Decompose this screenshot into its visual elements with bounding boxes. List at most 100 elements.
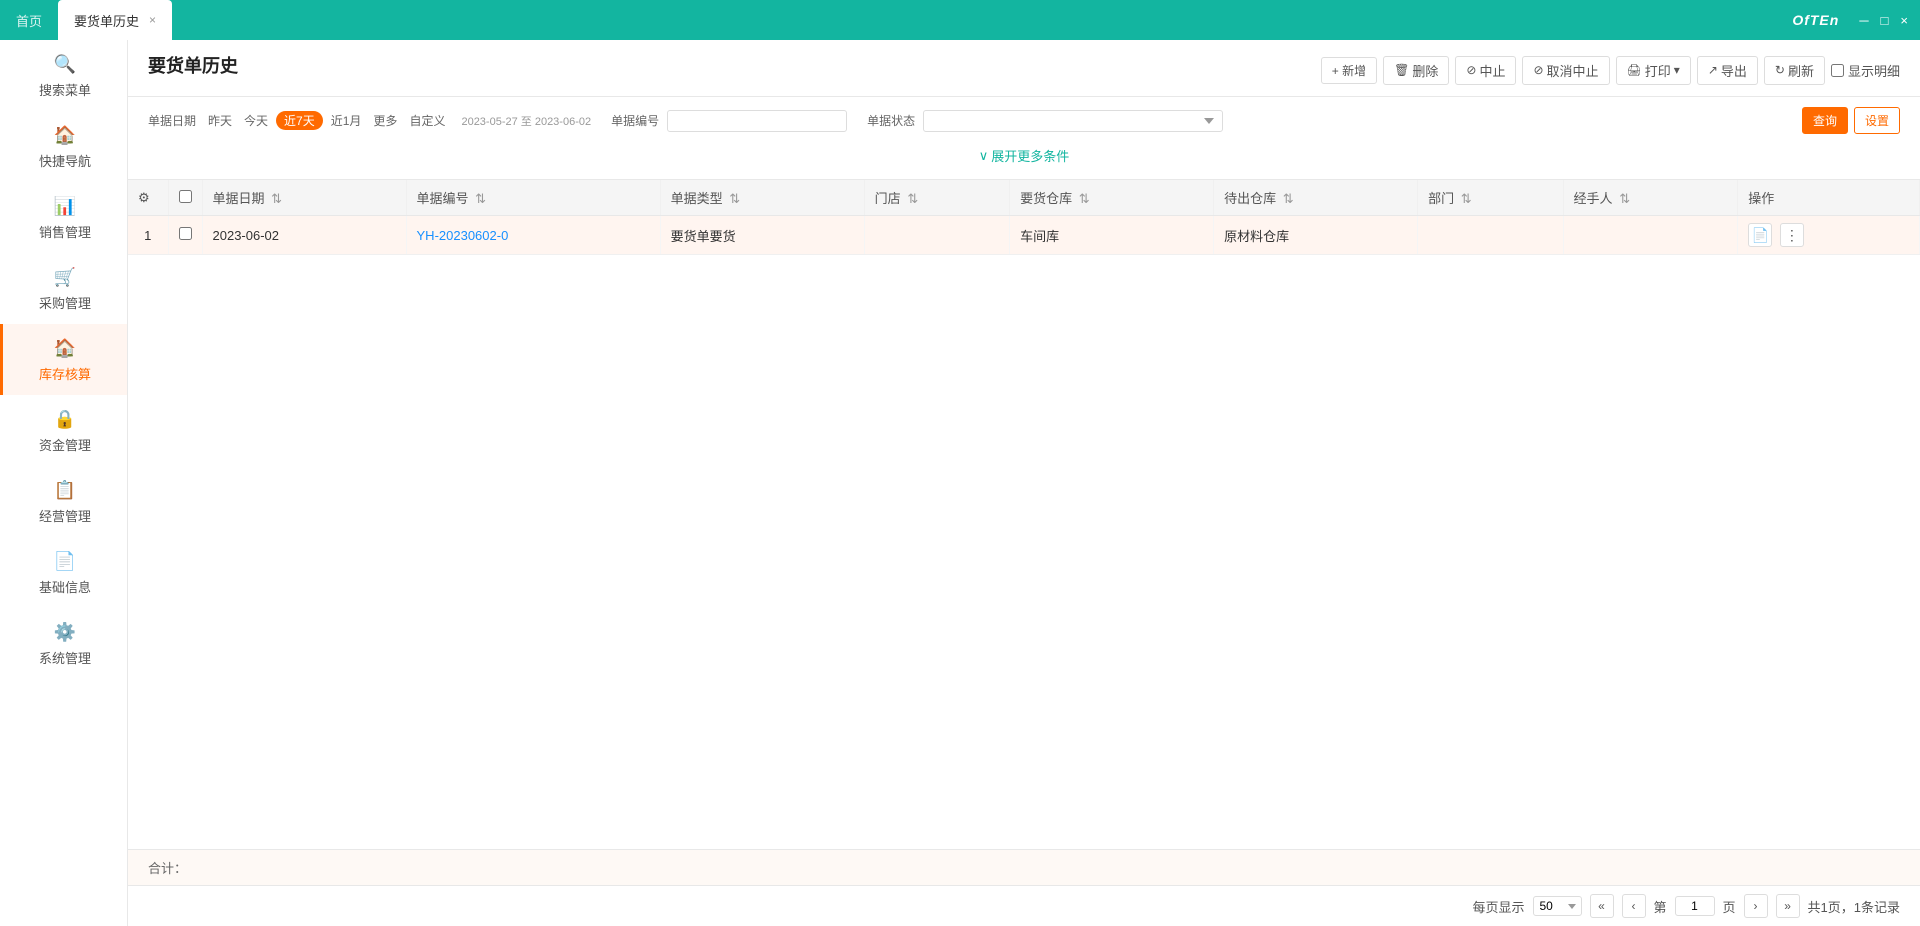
- search-menu-icon: 🔍: [53, 52, 77, 76]
- maximize-btn[interactable]: □: [1881, 13, 1889, 28]
- print-btn[interactable]: 🖨 打印 ▾: [1616, 56, 1691, 85]
- delete-btn[interactable]: 🗑 删除: [1383, 56, 1449, 85]
- custom-shortcut[interactable]: 自定义: [405, 111, 449, 130]
- minimize-btn[interactable]: ─: [1859, 13, 1868, 28]
- close-btn[interactable]: ×: [1900, 13, 1908, 28]
- col-handler[interactable]: 经手人 ⇅: [1563, 180, 1738, 216]
- col-dept[interactable]: 部门 ⇅: [1418, 180, 1563, 216]
- row-reqwarehouse: 车间库: [1010, 216, 1214, 255]
- sidebar-item-inventory[interactable]: 🏠 库存核算: [0, 324, 127, 395]
- first-page-btn[interactable]: «: [1590, 894, 1614, 918]
- tab-close-icon[interactable]: ×: [149, 13, 156, 27]
- sidebar-item-basicinfo[interactable]: 📄 基础信息: [0, 537, 127, 608]
- tab-home[interactable]: 首页: [0, 0, 58, 40]
- sort-pending-icon: ⇅: [1283, 191, 1294, 206]
- col-date[interactable]: 单据日期 ⇅: [202, 180, 406, 216]
- sidebar-item-search[interactable]: 🔍 搜索菜单: [0, 40, 127, 111]
- more-shortcut[interactable]: 更多: [369, 111, 401, 130]
- main-layout: 🔍 搜索菜单 🏠 快捷导航 📊 销售管理 🛒 采购管理 🏠 库存核算 🔒 资金管…: [0, 40, 1920, 926]
- row-handler: [1563, 216, 1738, 255]
- filter-bar: 单据日期 昨天 今天 近7天 近1月 更多 自定义 2023-05-27 至 2…: [128, 97, 1920, 180]
- status-label: 单据状态: [867, 112, 915, 129]
- stop-btn[interactable]: ⊘ 中止: [1455, 56, 1516, 85]
- table-container[interactable]: ⚙ 单据日期 ⇅ 单据编号 ⇅ 单据类型 ⇅ 门店 ⇅ 要货仓库 ⇅ 待出仓库 …: [128, 180, 1920, 849]
- date-shortcuts: 昨天 今天 近7天 近1月 更多 自定义: [204, 111, 449, 130]
- system-icon: ⚙️: [53, 620, 77, 644]
- col-settings[interactable]: ⚙: [128, 180, 168, 216]
- next-page-btn[interactable]: ›: [1744, 894, 1768, 918]
- sort-handler-icon: ⇅: [1619, 191, 1630, 206]
- sales-icon: 📊: [53, 194, 77, 218]
- row-pendingwarehouse: 原材料仓库: [1214, 216, 1418, 255]
- last7days-shortcut[interactable]: 近7天: [276, 111, 323, 130]
- quick-nav-icon: 🏠: [53, 123, 77, 147]
- date-range-display: 2023-05-27 至 2023-06-02: [461, 113, 591, 129]
- row-billno-link[interactable]: YH-20230602-0: [417, 228, 509, 243]
- settings-btn[interactable]: 设置: [1854, 107, 1900, 134]
- sidebar-item-finance[interactable]: 🔒 资金管理: [0, 395, 127, 466]
- sidebar-item-quicknav[interactable]: 🏠 快捷导航: [0, 111, 127, 182]
- data-table: ⚙ 单据日期 ⇅ 单据编号 ⇅ 单据类型 ⇅ 门店 ⇅ 要货仓库 ⇅ 待出仓库 …: [128, 180, 1920, 255]
- ops-icon: 📋: [53, 478, 77, 502]
- table-footer: 合计：: [128, 849, 1920, 885]
- last1month-shortcut[interactable]: 近1月: [327, 111, 366, 130]
- page-input[interactable]: [1675, 896, 1715, 916]
- sidebar-item-ops[interactable]: 📋 经营管理: [0, 466, 127, 537]
- sidebar-item-purchase-label: 采购管理: [39, 293, 91, 312]
- export-btn[interactable]: ↗ 导出: [1697, 56, 1758, 85]
- sidebar-item-purchase[interactable]: 🛒 采购管理: [0, 253, 127, 324]
- page-header: 要货单历史 + 新增 🗑 删除 ⊘ 中止 ⊘ 取消中止 🖨 打印 ▾ ↗ 导出 …: [128, 40, 1920, 97]
- expand-more-btn[interactable]: ∨ 展开更多条件: [979, 142, 1070, 169]
- inventory-icon: 🏠: [53, 336, 77, 360]
- row-checkbox-cell: [168, 216, 202, 255]
- pagination-bar: 每页显示 50 20 100 200 « ‹ 第 页 › » 共1页，1条记录: [128, 885, 1920, 926]
- tab-list: 首页 要货单历史 ×: [0, 0, 1792, 40]
- display-detail-checkbox[interactable]: 显示明细: [1831, 61, 1900, 80]
- col-pendingwarehouse[interactable]: 待出仓库 ⇅: [1214, 180, 1418, 216]
- row-num: 1: [128, 216, 168, 255]
- sidebar-item-sales[interactable]: 📊 销售管理: [0, 182, 127, 253]
- new-btn[interactable]: + 新增: [1321, 57, 1377, 84]
- top-bar: 首页 要货单历史 × OfTEn ─ □ ×: [0, 0, 1920, 40]
- sidebar-item-system[interactable]: ⚙️ 系统管理: [0, 608, 127, 679]
- today-shortcut[interactable]: 今天: [240, 111, 272, 130]
- row-edit-btn[interactable]: 📄: [1748, 223, 1772, 247]
- cancel-stop-btn[interactable]: ⊘ 取消中止: [1522, 56, 1609, 85]
- sidebar-item-sales-label: 销售管理: [39, 222, 91, 241]
- col-billno[interactable]: 单据编号 ⇅: [406, 180, 660, 216]
- page-unit: 页: [1723, 897, 1736, 916]
- page-size-select[interactable]: 50 20 100 200: [1533, 896, 1582, 916]
- sidebar-item-search-label: 搜索菜单: [39, 80, 91, 99]
- select-all-checkbox[interactable]: [179, 190, 192, 203]
- prev-page-btn[interactable]: ‹: [1622, 894, 1646, 918]
- sidebar-item-system-label: 系统管理: [39, 648, 91, 667]
- status-select[interactable]: [923, 110, 1223, 132]
- col-store[interactable]: 门店 ⇅: [864, 180, 1009, 216]
- brand-label: OfTEn: [1792, 12, 1839, 28]
- query-btn[interactable]: 查询: [1802, 107, 1848, 134]
- expand-down-icon: ∨: [979, 148, 989, 164]
- window-controls: OfTEn ─ □ ×: [1792, 12, 1920, 28]
- sidebar-item-finance-label: 资金管理: [39, 435, 91, 454]
- billno-label: 单据编号: [611, 112, 659, 129]
- sort-dept-icon: ⇅: [1461, 191, 1472, 206]
- col-billtype[interactable]: 单据类型 ⇅: [660, 180, 864, 216]
- tab-requisition-label: 要货单历史: [74, 11, 139, 30]
- row-billtype: 要货单要货: [660, 216, 864, 255]
- row-checkbox[interactable]: [179, 227, 192, 240]
- refresh-btn[interactable]: ↻ 刷新: [1764, 56, 1825, 85]
- billno-input[interactable]: [667, 110, 847, 132]
- yesterday-shortcut[interactable]: 昨天: [204, 111, 236, 130]
- row-more-btn[interactable]: ⋮: [1780, 223, 1804, 247]
- footer-label: 合计：: [148, 858, 187, 877]
- sort-req-icon: ⇅: [1079, 191, 1090, 206]
- display-detail-input[interactable]: [1831, 64, 1844, 77]
- tab-requisition-history[interactable]: 要货单历史 ×: [58, 0, 172, 40]
- basicinfo-icon: 📄: [53, 549, 77, 573]
- sidebar-item-basicinfo-label: 基础信息: [39, 577, 91, 596]
- sidebar-item-quicknav-label: 快捷导航: [39, 151, 91, 170]
- col-reqwarehouse[interactable]: 要货仓库 ⇅: [1010, 180, 1214, 216]
- last-page-btn[interactable]: »: [1776, 894, 1800, 918]
- page-size-label: 每页显示: [1472, 897, 1524, 916]
- date-filter-group: 单据日期 昨天 今天 近7天 近1月 更多 自定义 2023-05-27 至 2…: [148, 111, 591, 130]
